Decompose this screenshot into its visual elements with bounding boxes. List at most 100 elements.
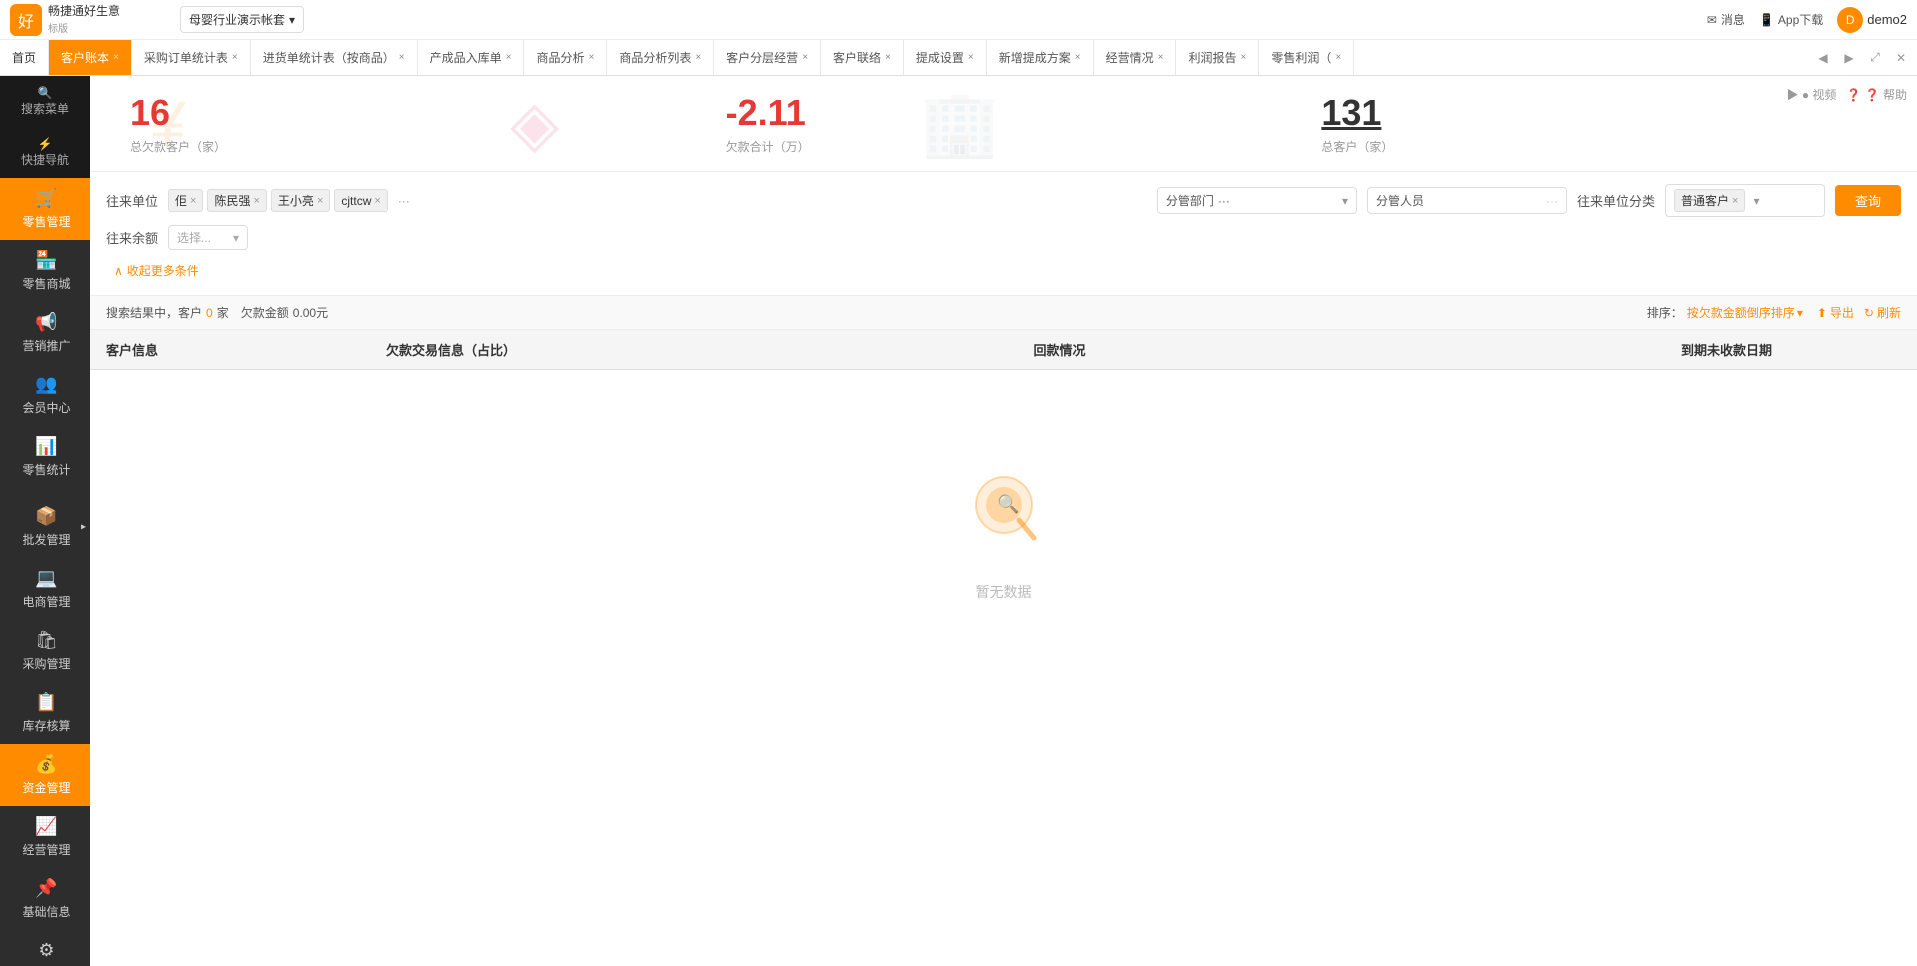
unit-type-select[interactable]: 普通客户 × ▾ bbox=[1665, 184, 1825, 217]
username: demo2 bbox=[1867, 12, 1907, 27]
unit-type-tag-normal[interactable]: 普通客户 × bbox=[1674, 189, 1745, 212]
tab-retail-profit-close[interactable]: × bbox=[1335, 52, 1341, 63]
tab-profit-report[interactable]: 利润报告 × bbox=[1176, 40, 1259, 76]
col-repayment: 回款情况 bbox=[1034, 340, 1682, 359]
collapse-label: 收起更多条件 bbox=[127, 262, 199, 279]
tab-tip-settings[interactable]: 提成设置 × bbox=[904, 40, 987, 76]
result-bar: 搜索结果中，客户 0 家 欠款金额 0.00元 排序： 按欠款金额倒序排序 ▾ … bbox=[90, 296, 1917, 330]
help-button[interactable]: ❓ ❓ 帮助 bbox=[1846, 86, 1907, 103]
amount-placeholder: 选择... bbox=[177, 229, 211, 246]
sidebar-wholesale-label: 批发管理 bbox=[22, 531, 70, 548]
chevron-down-icon: ▾ bbox=[289, 13, 295, 27]
sidebar-item-retail-mall[interactable]: 🏪 零售商城 bbox=[0, 240, 90, 302]
account-selector[interactable]: 母婴行业演示帐套 ▾ bbox=[180, 6, 304, 33]
tab-biz-status[interactable]: 经营情况 × bbox=[1094, 40, 1177, 76]
question-icon: ❓ bbox=[1846, 88, 1861, 102]
tab-tip-settings-close[interactable]: × bbox=[968, 52, 974, 63]
sidebar-search-label: 搜索菜单 bbox=[4, 100, 86, 117]
sidebar: 🔍 搜索菜单 ⚡ 快捷导航 🛒 零售管理 🏪 零售商城 📢 营销推广 👥 会员中… bbox=[0, 76, 90, 966]
sidebar-item-member-center[interactable]: 👥 会员中心 bbox=[0, 364, 90, 426]
col-customer-info: 客户信息 bbox=[106, 340, 386, 359]
result-debt-label: 欠款金额 bbox=[241, 304, 289, 321]
user-area[interactable]: D demo2 bbox=[1837, 7, 1907, 33]
tab-biz-status-close[interactable]: × bbox=[1158, 52, 1164, 63]
sort-select[interactable]: 按欠款金额倒序排序 ▾ bbox=[1687, 304, 1803, 321]
collapse-button[interactable]: ∧ 收起更多条件 bbox=[106, 258, 1901, 283]
main-layout: 🔍 搜索菜单 ⚡ 快捷导航 🛒 零售管理 🏪 零售商城 📢 营销推广 👥 会员中… bbox=[0, 76, 1917, 966]
stat-debtor-number: 16 bbox=[130, 92, 170, 134]
unit-tag-wangxiaoliang[interactable]: 王小亮 × bbox=[271, 189, 330, 212]
tab-production-stock-close[interactable]: × bbox=[506, 52, 512, 63]
sidebar-purchase-label: 采购管理 bbox=[22, 655, 70, 672]
tab-new-tip-plan[interactable]: 新增提成方案 × bbox=[987, 40, 1094, 76]
filter-row-1: 往来单位 佢 × 陈民强 × 王小亮 × cjttcw bbox=[106, 184, 1901, 217]
sidebar-item-basic-info[interactable]: 📌 基础信息 bbox=[0, 868, 90, 930]
video-help-button[interactable]: ▶ ● 视频 bbox=[1786, 86, 1836, 103]
amount-select[interactable]: 选择... ▾ bbox=[168, 225, 248, 250]
sidebar-item-retail-stats[interactable]: 📊 零售统计 bbox=[0, 426, 90, 488]
sidebar-item-inventory-check[interactable]: 📋 库存核算 bbox=[0, 682, 90, 744]
export-label: 导出 bbox=[1830, 304, 1854, 321]
unit-tag-cjttcw[interactable]: cjttcw × bbox=[334, 189, 387, 212]
collapse-btn-container: ∧ 收起更多条件 bbox=[106, 258, 1901, 283]
tab-customer-ops-close[interactable]: × bbox=[802, 52, 808, 63]
tab-new-tip-plan-close[interactable]: × bbox=[1075, 52, 1081, 63]
unit-type-label: 往来单位分类 bbox=[1577, 191, 1655, 210]
tab-home[interactable]: 首页 bbox=[0, 40, 49, 76]
sidebar-item-finance-mgmt[interactable]: 💰 资金管理 bbox=[0, 744, 90, 806]
person-select[interactable]: 分管人员 ··· bbox=[1367, 187, 1567, 214]
refresh-button[interactable]: ↻ 刷新 bbox=[1864, 304, 1901, 321]
unit-tag-more[interactable]: ··· bbox=[392, 189, 416, 212]
tab-customer-contact-close[interactable]: × bbox=[885, 52, 891, 63]
tab-close-all-button[interactable]: ✕ bbox=[1889, 46, 1913, 70]
tab-stock-stats[interactable]: 进货单统计表（按商品） × bbox=[251, 40, 418, 76]
app-download-button[interactable]: 📱 App下载 bbox=[1759, 11, 1823, 28]
message-button[interactable]: ✉ 消息 bbox=[1707, 11, 1745, 28]
unit-type-tag-close[interactable]: × bbox=[1732, 195, 1738, 207]
unit-tag-qs-close[interactable]: × bbox=[190, 195, 196, 207]
avatar: D bbox=[1837, 7, 1863, 33]
dept-select[interactable]: 分管部门 ··· ▾ bbox=[1157, 187, 1357, 214]
sidebar-item-wholesale-mgmt[interactable]: 📦 批发管理 ▸ bbox=[0, 496, 90, 558]
sidebar-item-ecommerce-mgmt[interactable]: 💻 电商管理 bbox=[0, 558, 90, 620]
tab-customer-ops[interactable]: 客户分层经营 × bbox=[714, 40, 821, 76]
top-bar: 好 畅捷通好生意 标版 母婴行业演示帐套 ▾ ✉ 消息 📱 App下载 D de… bbox=[0, 0, 1917, 40]
tab-stock-stats-close[interactable]: × bbox=[399, 52, 405, 63]
sort-chevron-icon: ▾ bbox=[1797, 306, 1803, 320]
unit-tag-wangxiaoliang-close[interactable]: × bbox=[317, 195, 323, 207]
sidebar-item-retail-mgmt[interactable]: 🛒 零售管理 bbox=[0, 178, 90, 240]
sidebar-search[interactable]: 🔍 搜索菜单 bbox=[0, 76, 90, 127]
unit-tag-chenminqiang[interactable]: 陈民强 × bbox=[207, 189, 266, 212]
tab-purchase-order-close[interactable]: × bbox=[232, 52, 238, 63]
tab-goods-analysis-close[interactable]: × bbox=[588, 52, 594, 63]
unit-tag-chenminqiang-close[interactable]: × bbox=[253, 195, 259, 207]
tab-purchase-order[interactable]: 采购订单统计表 × bbox=[132, 40, 251, 76]
tab-profit-report-label: 利润报告 bbox=[1188, 49, 1236, 66]
tab-next-button[interactable]: ▶ bbox=[1837, 46, 1861, 70]
tab-profit-report-close[interactable]: × bbox=[1240, 52, 1246, 63]
tab-customer-account-close[interactable]: × bbox=[113, 52, 119, 63]
tab-customer-contact[interactable]: 客户联络 × bbox=[821, 40, 904, 76]
tab-goods-analysis[interactable]: 商品分析 × bbox=[524, 40, 607, 76]
tab-retail-profit[interactable]: 零售利润（ × bbox=[1259, 40, 1354, 76]
tab-customer-ops-label: 客户分层经营 bbox=[726, 49, 798, 66]
sidebar-quick-nav[interactable]: ⚡ 快捷导航 bbox=[0, 127, 90, 178]
tab-production-stock[interactable]: 产成品入库单 × bbox=[418, 40, 525, 76]
unit-tag-cjttcw-close[interactable]: × bbox=[374, 195, 380, 207]
tab-goods-analysis-list[interactable]: 商品分析列表 × bbox=[607, 40, 714, 76]
sidebar-basic-info-label: 基础信息 bbox=[22, 903, 70, 920]
tab-prev-button[interactable]: ◀ bbox=[1811, 46, 1835, 70]
tab-goods-analysis-list-close[interactable]: × bbox=[695, 52, 701, 63]
tab-expand-button[interactable]: ⤢ bbox=[1863, 46, 1887, 70]
sidebar-item-purchase-mgmt[interactable]: 🛍 采购管理 bbox=[0, 620, 90, 682]
sidebar-item-operations-mgmt[interactable]: 📈 经营管理 bbox=[0, 806, 90, 868]
dept-placeholder: 分管部门 bbox=[1166, 192, 1214, 209]
unit-type-chevron-icon: ▾ bbox=[1753, 194, 1759, 208]
unit-tag-qs[interactable]: 佢 × bbox=[168, 189, 203, 212]
stat-debt-number: -2.11 bbox=[726, 92, 806, 134]
tab-customer-account[interactable]: 客户账本 × bbox=[49, 40, 132, 76]
export-button[interactable]: ⬆ 导出 bbox=[1817, 304, 1854, 321]
query-button[interactable]: 查询 bbox=[1835, 185, 1901, 216]
sidebar-item-marketing[interactable]: 📢 营销推广 bbox=[0, 302, 90, 364]
sidebar-item-system-mgmt[interactable]: ⚙ 系统管理 bbox=[0, 930, 90, 966]
